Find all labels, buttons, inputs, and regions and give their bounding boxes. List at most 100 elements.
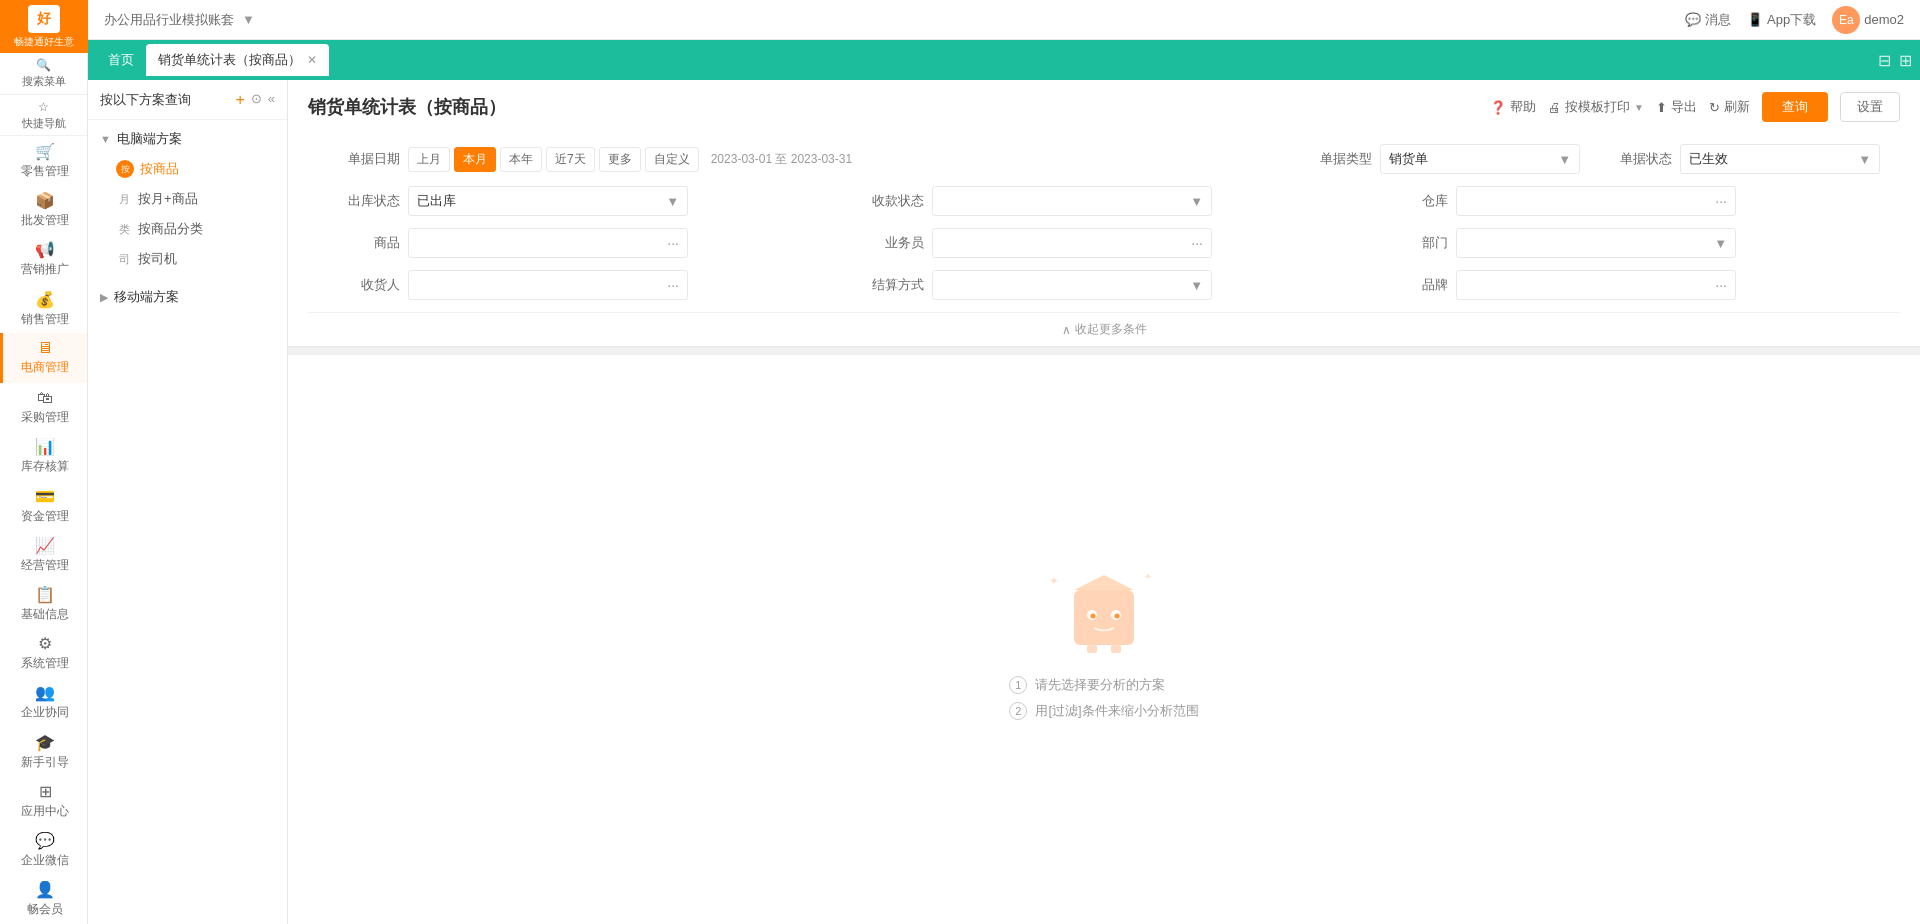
maximize-icon[interactable]: ⊞ [1899,51,1912,70]
sidebar-item-wholesale[interactable]: 📦 批发管理 [0,186,87,235]
query-button[interactable]: 查询 [1762,92,1828,122]
sidebar-item-apps[interactable]: ⊞ 应用中心 [0,776,87,825]
print-button[interactable]: 🖨 按模板打印 ▼ [1548,98,1644,116]
sidebar-item-quick[interactable]: ☆ 快捷导航 [0,95,87,137]
step-1-num: 1 [1009,676,1027,694]
minimize-icon[interactable]: ⊟ [1878,51,1891,70]
doctype-select[interactable]: 销货单 ▼ [1380,144,1580,174]
sidebar-item-finance[interactable]: 💳 资金管理 [0,481,87,530]
filter-col-warehouse: 仓库 ··· [1376,186,1880,216]
dots-icon: ··· [667,235,679,251]
tree-group-mobile: ▶ 移动端方案 [88,278,287,316]
print-label: 按模板打印 [1565,98,1630,116]
outstatus-select[interactable]: 已出库 ▼ [408,186,688,216]
sidebar-item-wechat[interactable]: 💬 企业微信 [0,825,87,874]
docstatus-value: 已生效 [1689,150,1728,168]
sidebar-item-member[interactable]: 👤 畅会员 [0,875,87,924]
warehouse-input[interactable]: ··· [1456,186,1736,216]
dots-icon: ··· [667,277,679,293]
sidebar-item-purchase[interactable]: 🛍 采购管理 [0,383,87,432]
help-button[interactable]: ❓ 帮助 [1490,98,1536,116]
goods-input[interactable]: ··· [408,228,688,258]
add-scheme-button[interactable]: + [235,91,244,109]
user-menu[interactable]: Ea demo2 [1832,6,1904,34]
salesman-input[interactable]: ··· [932,228,1212,258]
collapse-label: 收起更多条件 [1075,321,1147,338]
date-btn-this-month[interactable]: 本月 [454,147,496,172]
tree-child-by-month[interactable]: 月 按月+商品 [88,184,287,214]
sidebar-item-label: 营销推广 [21,261,69,278]
refresh-label: 刷新 [1724,98,1750,116]
sidebar: 好 畅捷通好生意 🔍 搜索菜单 ☆ 快捷导航 🛒 零售管理 📦 批发管理 📢 营… [0,0,88,924]
sidebar-item-base[interactable]: 📋 基础信息 [0,579,87,628]
purchase-icon: 🛍 [37,389,53,407]
refresh-button[interactable]: ↻ 刷新 [1709,98,1750,116]
chevron-down-icon[interactable]: ▼ [242,12,255,27]
sidebar-item-collab[interactable]: 👥 企业协同 [0,678,87,727]
logo-icon: 好 [28,5,60,33]
page-actions: ❓ 帮助 🖨 按模板打印 ▼ ⬆ 导出 ↻ [1490,92,1900,122]
ecom-icon: 🖥 [37,339,53,357]
edit-scheme-button[interactable]: ⊙ [251,91,262,109]
app-logo[interactable]: 好 畅捷通好生意 [0,0,88,53]
chevron-down-icon: ▼ [1558,152,1571,167]
receiver-label: 收货人 [328,276,408,294]
tab-close-icon[interactable]: ✕ [307,53,317,67]
tree-child-by-category[interactable]: 类 按商品分类 [88,214,287,244]
left-panel-actions: + ⊙ « [235,91,275,109]
date-btn-more[interactable]: 更多 [599,147,641,172]
base-icon: 📋 [35,585,55,604]
logo-text: 畅捷通好生意 [14,35,74,49]
dept-select[interactable]: ▼ [1456,228,1736,258]
sidebar-item-retail[interactable]: 🛒 零售管理 [0,136,87,185]
sidebar-item-system[interactable]: ⚙ 系统管理 [0,629,87,678]
settle-label: 结算方式 [852,276,932,294]
sidebar-item-search[interactable]: 🔍 搜索菜单 [0,53,87,95]
app-download-button[interactable]: 📱 App下载 [1747,11,1816,29]
message-button[interactable]: 💬 消息 [1685,11,1731,29]
sidebar-item-label: 资金管理 [21,508,69,525]
sidebar-item-ecom[interactable]: 🖥 电商管理 [0,333,87,382]
date-btn-custom[interactable]: 自定义 [645,147,699,172]
finance-icon: 💳 [35,487,55,506]
sidebar-item-label: 新手引导 [21,754,69,771]
collapse-bar[interactable]: ∧ 收起更多条件 [308,312,1900,346]
paystatus-label: 收款状态 [852,192,932,210]
tree-child-by-cashier[interactable]: 司 按司机 [88,244,287,274]
tree-parent-desktop[interactable]: ▼ 电脑端方案 [88,124,287,154]
tab-home[interactable]: 首页 [96,44,146,76]
date-btn-7days[interactable]: 近7天 [546,147,595,172]
tab-report[interactable]: 销货单统计表（按商品） ✕ [146,44,329,76]
refresh-icon: ↻ [1709,100,1720,115]
retail-icon: 🛒 [35,142,55,161]
paystatus-select[interactable]: ▼ [932,186,1212,216]
sidebar-item-label: 畅会员 [27,901,63,918]
sales-icon: 💰 [35,290,55,309]
sidebar-item-sales[interactable]: 💰 销售管理 [0,284,87,333]
sidebar-item-marketing[interactable]: 📢 营销推广 [0,235,87,284]
receiver-input[interactable]: ··· [408,270,688,300]
brand-input[interactable]: ··· [1456,270,1736,300]
home-tab-label: 首页 [108,51,134,69]
sidebar-item-guide[interactable]: 🎓 新手引导 [0,727,87,776]
inventory-icon: 📊 [35,437,55,456]
tree-parent-mobile[interactable]: ▶ 移动端方案 [88,282,287,312]
export-button[interactable]: ⬆ 导出 [1656,98,1697,116]
tree-child-by-product[interactable]: 按 按商品 [88,154,287,184]
settle-select[interactable]: ▼ [932,270,1212,300]
download-icon: 📱 [1747,12,1763,27]
left-panel: 按以下方案查询 + ⊙ « ▼ 电脑端方案 按 按商品 月 [88,80,288,924]
collapse-panel-button[interactable]: « [268,91,275,109]
step-2-text: 用[过滤]条件来缩小分析范围 [1035,702,1198,720]
date-btn-last-month[interactable]: 上月 [408,147,450,172]
filter-col-receiver: 收货人 ··· [328,270,832,300]
sidebar-item-ops[interactable]: 📈 经营管理 [0,530,87,579]
report-tab-label: 销货单统计表（按商品） [158,51,301,69]
app-download-label: App下载 [1767,11,1816,29]
docstatus-select[interactable]: 已生效 ▼ [1680,144,1880,174]
date-btn-this-year[interactable]: 本年 [500,147,542,172]
sidebar-item-inventory[interactable]: 📊 库存核算 [0,432,87,481]
filter-row-3: 商品 ··· 业务员 ··· [328,228,1880,258]
goods-label: 商品 [328,234,408,252]
settings-button[interactable]: 设置 [1840,92,1900,122]
